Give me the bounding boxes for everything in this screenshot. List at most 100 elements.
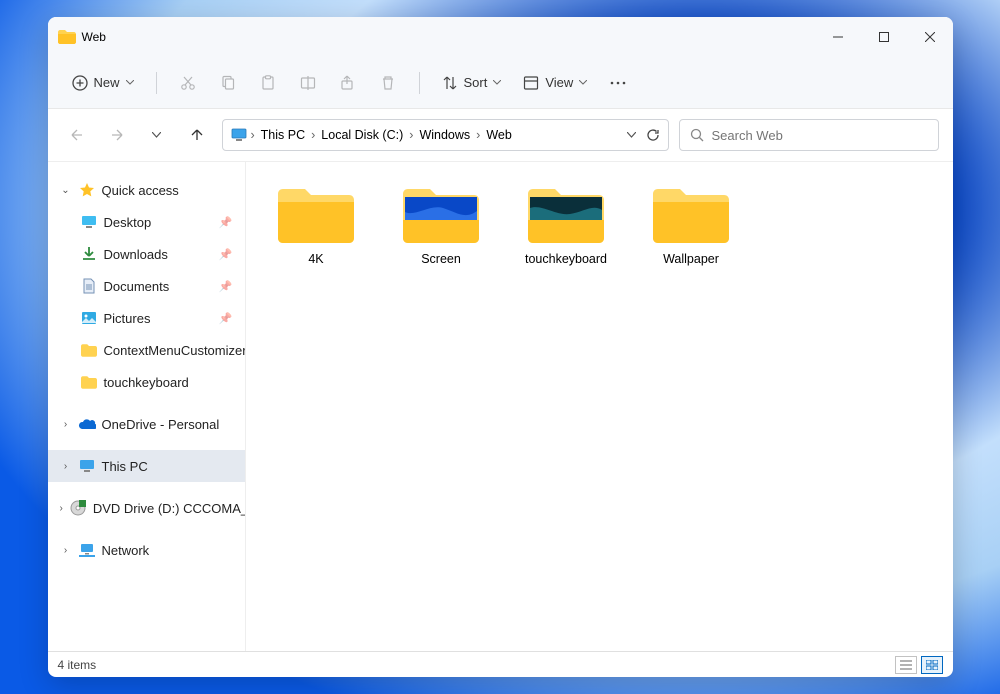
desktop-icon xyxy=(80,214,98,230)
sidebar-item-label: Network xyxy=(102,543,150,558)
folder-icon xyxy=(651,184,731,246)
folder-4k[interactable]: 4K xyxy=(264,180,369,270)
separator xyxy=(156,72,157,94)
folder-icon xyxy=(526,184,606,246)
sidebar-item-downloads[interactable]: Downloads 📌 xyxy=(48,238,245,270)
sidebar-item-label: Quick access xyxy=(102,183,179,198)
downloads-icon xyxy=(80,246,98,262)
folder-label: touchkeyboard xyxy=(525,252,607,266)
sidebar-item-label: Pictures xyxy=(104,311,151,326)
folder-icon xyxy=(80,342,98,358)
sidebar-item-onedrive[interactable]: › OneDrive - Personal xyxy=(48,408,245,440)
chevron-right-icon: › xyxy=(409,128,413,142)
details-view-button[interactable] xyxy=(895,656,917,674)
pin-icon: 📌 xyxy=(219,248,233,261)
view-icon xyxy=(523,75,539,91)
statusbar: 4 items xyxy=(48,651,953,677)
back-button[interactable] xyxy=(62,120,92,150)
chevron-down-icon xyxy=(579,80,587,85)
star-icon xyxy=(78,182,96,198)
share-icon xyxy=(340,75,356,91)
sort-button[interactable]: Sort xyxy=(432,69,512,97)
chevron-right-icon: › xyxy=(60,503,63,514)
maximize-button[interactable] xyxy=(861,17,907,57)
arrow-left-icon xyxy=(70,128,84,142)
delete-button[interactable] xyxy=(369,65,407,101)
sidebar-item-network[interactable]: › Network xyxy=(48,534,245,566)
close-button[interactable] xyxy=(907,17,953,57)
chevron-down-icon xyxy=(152,132,161,138)
sidebar-item-pictures[interactable]: Pictures 📌 xyxy=(48,302,245,334)
sidebar-item-label: This PC xyxy=(102,459,148,474)
minimize-button[interactable] xyxy=(815,17,861,57)
sidebar-item-label: Documents xyxy=(104,279,170,294)
chevron-right-icon: › xyxy=(60,545,72,556)
folder-label: Screen xyxy=(421,252,461,266)
grid-icon xyxy=(926,660,938,670)
more-button[interactable] xyxy=(599,65,637,101)
search-input[interactable] xyxy=(712,128,928,143)
sidebar-item-desktop[interactable]: Desktop 📌 xyxy=(48,206,245,238)
copy-icon xyxy=(220,75,236,91)
pictures-icon xyxy=(80,310,98,326)
copy-button[interactable] xyxy=(209,65,247,101)
icons-view-button[interactable] xyxy=(921,656,943,674)
sidebar-item-dvd[interactable]: › DVD Drive (D:) CCCOMA_X64 xyxy=(48,492,245,524)
refresh-icon[interactable] xyxy=(646,128,660,142)
sidebar-item-label: Desktop xyxy=(104,215,152,230)
forward-button[interactable] xyxy=(102,120,132,150)
folder-label: Wallpaper xyxy=(663,252,719,266)
recent-button[interactable] xyxy=(142,120,172,150)
arrow-up-icon xyxy=(190,128,204,142)
sidebar-item-touchkeyboard[interactable]: touchkeyboard xyxy=(48,366,245,398)
paste-button[interactable] xyxy=(249,65,287,101)
sidebar-item-label: DVD Drive (D:) CCCOMA_X64 xyxy=(93,501,246,516)
pc-icon xyxy=(231,128,247,142)
navigation-pane: ⌄ Quick access Desktop 📌 Downloads 📌 Doc… xyxy=(48,162,246,651)
breadcrumb[interactable]: Web xyxy=(484,128,513,142)
content-area[interactable]: 4K Screen touchkeyboard Wallpaper xyxy=(246,162,953,651)
folder-touchkeyboard[interactable]: touchkeyboard xyxy=(514,180,619,270)
new-button[interactable]: New xyxy=(62,69,144,97)
pin-icon: 📌 xyxy=(219,312,233,325)
chevron-right-icon: › xyxy=(60,461,72,472)
search-icon xyxy=(690,128,704,142)
folder-screen[interactable]: Screen xyxy=(389,180,494,270)
view-button-label: View xyxy=(545,75,573,90)
rename-button[interactable] xyxy=(289,65,327,101)
view-button[interactable]: View xyxy=(513,69,597,97)
chevron-right-icon: › xyxy=(60,419,72,430)
sidebar-item-label: ContextMenuCustomizer xyxy=(104,343,246,358)
explorer-window: Web New xyxy=(48,17,953,677)
folder-icon xyxy=(401,184,481,246)
chevron-down-icon[interactable] xyxy=(627,132,636,138)
sidebar-item-documents[interactable]: Documents 📌 xyxy=(48,270,245,302)
breadcrumb[interactable]: Local Disk (C:) xyxy=(319,128,405,142)
up-button[interactable] xyxy=(182,120,212,150)
folder-wallpaper[interactable]: Wallpaper xyxy=(639,180,744,270)
folder-icon xyxy=(276,184,356,246)
breadcrumb[interactable]: This PC xyxy=(259,128,307,142)
address-box[interactable]: › This PC › Local Disk (C:) › Windows › … xyxy=(222,119,669,151)
command-toolbar: New Sort View xyxy=(48,57,953,109)
cut-button[interactable] xyxy=(169,65,207,101)
titlebar: Web xyxy=(48,17,953,57)
chevron-right-icon: › xyxy=(311,128,315,142)
folder-icon xyxy=(80,374,98,390)
rename-icon xyxy=(300,75,316,91)
addressbar-row: › This PC › Local Disk (C:) › Windows › … xyxy=(48,109,953,161)
breadcrumb[interactable]: Windows xyxy=(417,128,472,142)
paste-icon xyxy=(260,75,276,91)
ellipsis-icon xyxy=(610,81,626,85)
sort-icon xyxy=(442,75,458,91)
sidebar-item-this-pc[interactable]: › This PC xyxy=(48,450,245,482)
sidebar-item-contextmenu[interactable]: ContextMenuCustomizer xyxy=(48,334,245,366)
body-area: ⌄ Quick access Desktop 📌 Downloads 📌 Doc… xyxy=(48,161,953,651)
arrow-right-icon xyxy=(110,128,124,142)
sidebar-item-label: Downloads xyxy=(104,247,168,262)
plus-circle-icon xyxy=(72,75,88,91)
search-box[interactable] xyxy=(679,119,939,151)
chevron-right-icon: › xyxy=(251,128,255,142)
share-button[interactable] xyxy=(329,65,367,101)
sidebar-item-quick-access[interactable]: ⌄ Quick access xyxy=(48,174,245,206)
